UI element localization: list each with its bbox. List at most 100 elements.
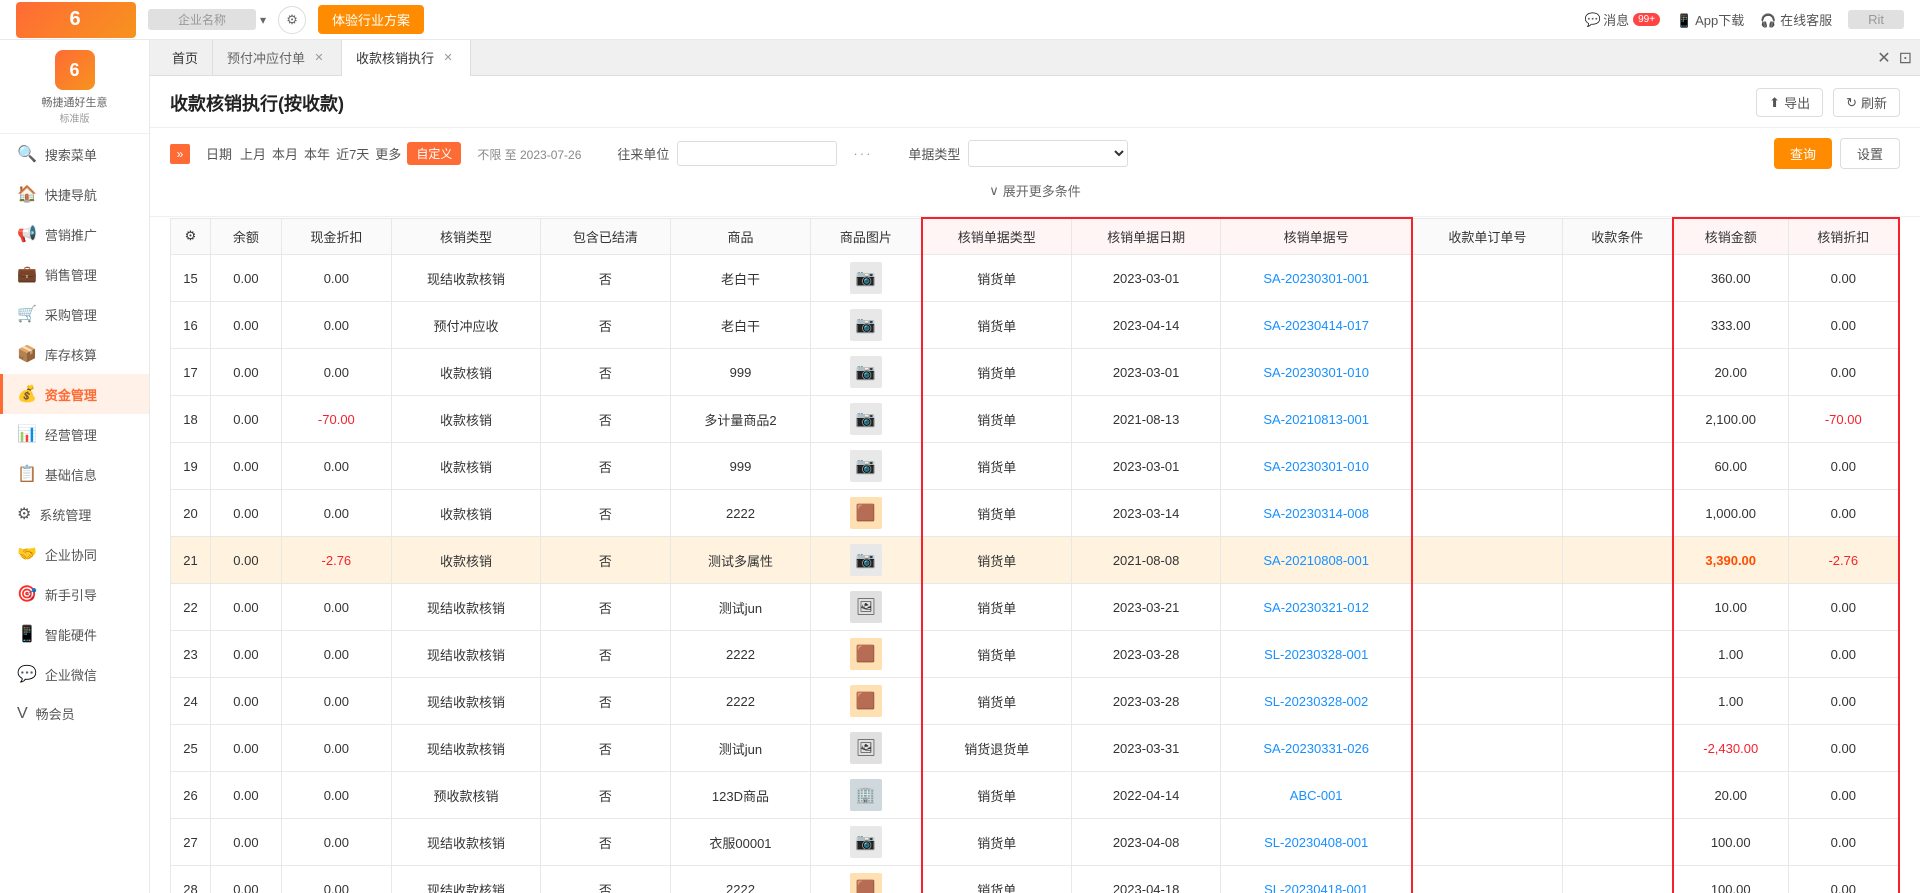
cell-balance: 0.00: [211, 819, 282, 866]
doc-no-link[interactable]: SA-20230321-012: [1263, 600, 1369, 615]
cell-doc-no[interactable]: SL-20230328-001: [1221, 631, 1412, 678]
cell-doc-no[interactable]: SA-20230301-001: [1221, 255, 1412, 302]
cell-balance: 0.00: [211, 255, 282, 302]
doc-no-link[interactable]: SA-20230301-010: [1263, 365, 1369, 380]
sidebar-item-sales[interactable]: 💼 销售管理: [0, 254, 149, 294]
th-settings[interactable]: ⚙: [171, 218, 211, 255]
sidebar-item-hardware[interactable]: 📱 智能硬件: [0, 614, 149, 654]
doc-no-link[interactable]: SL-20230328-002: [1264, 694, 1368, 709]
writeoff-tab-close[interactable]: ✕: [440, 50, 456, 66]
cell-row-num: 16: [171, 302, 211, 349]
last-7days-btn[interactable]: 近7天: [336, 144, 369, 163]
product-image: 🟫: [850, 638, 882, 670]
this-month-btn[interactable]: 本月: [272, 144, 298, 163]
cell-doc-no[interactable]: SL-20230408-001: [1221, 819, 1412, 866]
last-month-btn[interactable]: 上月: [240, 144, 266, 163]
sidebar-item-wechat[interactable]: 💬 企业微信: [0, 654, 149, 694]
cell-product-image: 📷: [811, 537, 922, 584]
export-button[interactable]: ⬆ 导出: [1756, 88, 1823, 117]
cell-doc-no[interactable]: SL-20230328-002: [1221, 678, 1412, 725]
cell-receipt-order-no: [1412, 490, 1562, 537]
cell-writeoff-discount: 0.00: [1788, 584, 1899, 631]
custom-date-btn[interactable]: 自定义: [407, 142, 461, 165]
tab-home[interactable]: 首页: [158, 40, 213, 76]
cell-doc-no[interactable]: SA-20230301-010: [1221, 349, 1412, 396]
doc-type-select[interactable]: [968, 140, 1128, 167]
sidebar-item-inventory[interactable]: 📦 库存核算: [0, 334, 149, 374]
app-download-link[interactable]: 📱 App下载: [1676, 10, 1744, 29]
refresh-icon: ↻: [1846, 95, 1857, 111]
doc-no-link[interactable]: SA-20230314-008: [1263, 506, 1369, 521]
sidebar-item-basic[interactable]: 📋 基础信息: [0, 454, 149, 494]
sidebar-item-system[interactable]: ⚙ 系统管理: [0, 494, 149, 534]
cell-writeoff-discount: 0.00: [1788, 772, 1899, 819]
cell-balance: 0.00: [211, 678, 282, 725]
maximize-icon[interactable]: ⊡: [1899, 48, 1912, 68]
cell-doc-no[interactable]: SA-20230331-026: [1221, 725, 1412, 772]
company-dropdown[interactable]: 企业名称 ▾: [148, 9, 266, 30]
from-unit-input[interactable]: [677, 141, 837, 166]
cell-receipt-condition: [1562, 725, 1673, 772]
cell-doc-no[interactable]: SA-20210808-001: [1221, 537, 1412, 584]
sidebar-item-finance[interactable]: 💰 资金管理: [0, 374, 149, 414]
cell-cash-discount: -2.76: [281, 537, 391, 584]
sidebar-item-member[interactable]: V 畅会员: [0, 694, 149, 733]
doc-no-link[interactable]: SL-20230418-001: [1264, 882, 1368, 893]
cell-receipt-order-no: [1412, 443, 1562, 490]
doc-no-link[interactable]: SL-20230328-001: [1264, 647, 1368, 662]
doc-no-link[interactable]: SA-20230331-026: [1263, 741, 1369, 756]
cell-product-image: 📷: [811, 443, 922, 490]
tab-writeoff[interactable]: 收款核销执行 ✕: [342, 40, 471, 76]
doc-no-link[interactable]: SA-20230301-010: [1263, 459, 1369, 474]
filter-collapse-button[interactable]: »: [170, 144, 190, 164]
doc-no-link[interactable]: SA-20210813-001: [1263, 412, 1369, 427]
page-inner: 收款核销执行(按收款) ⬆ 导出 ↻ 刷新: [150, 76, 1920, 893]
cell-doc-no[interactable]: ABC-001: [1221, 772, 1412, 819]
page-header: 收款核销执行(按收款) ⬆ 导出 ↻ 刷新: [150, 76, 1920, 128]
writeoff-tab-label: 收款核销执行: [356, 48, 434, 67]
cell-doc-no[interactable]: SA-20230321-012: [1221, 584, 1412, 631]
table-row: 22 0.00 0.00 现结收款核销 否 测试jun 🖼 销货单 2023-0…: [171, 584, 1900, 631]
cell-cash-discount: 0.00: [281, 725, 391, 772]
doc-no-link[interactable]: SA-20210808-001: [1263, 553, 1369, 568]
sidebar-item-operations[interactable]: 📊 经营管理: [0, 414, 149, 454]
cell-include-settled: 否: [541, 302, 671, 349]
sidebar-item-enterprise[interactable]: 🤝 企业协同: [0, 534, 149, 574]
expand-more-btn[interactable]: ∨ 展开更多条件: [989, 181, 1081, 200]
more-date-btn[interactable]: 更多: [375, 144, 401, 163]
cell-row-num: 21: [171, 537, 211, 584]
sidebar-item-search[interactable]: 🔍 搜索菜单: [0, 134, 149, 174]
settings-icon[interactable]: ⚙: [278, 6, 306, 34]
logo-icon: 6: [69, 8, 80, 31]
doc-no-link[interactable]: SL-20230408-001: [1264, 835, 1368, 850]
filter-settings-button[interactable]: 设置: [1840, 138, 1900, 169]
sidebar-item-purchase[interactable]: 🛒 采购管理: [0, 294, 149, 334]
close-window-icon[interactable]: ✕: [1877, 48, 1890, 68]
doc-no-link[interactable]: SA-20230414-017: [1263, 318, 1369, 333]
cell-doc-no[interactable]: SA-20210813-001: [1221, 396, 1412, 443]
doc-no-link[interactable]: SA-20230301-001: [1263, 271, 1369, 286]
industry-solution-button[interactable]: 体验行业方案: [318, 5, 424, 34]
tab-prepay[interactable]: 预付冲应付单 ✕: [213, 40, 342, 76]
sidebar-item-marketing[interactable]: 📢 营销推广: [0, 214, 149, 254]
cell-doc-no[interactable]: SL-20230418-001: [1221, 866, 1412, 893]
sidebar-item-shortcut[interactable]: 🏠 快捷导航: [0, 174, 149, 214]
refresh-button[interactable]: ↻ 刷新: [1833, 88, 1900, 117]
sidebar-item-guide[interactable]: 🎯 新手引导: [0, 574, 149, 614]
query-button[interactable]: 查询: [1774, 138, 1832, 169]
cell-cash-discount: 0.00: [281, 443, 391, 490]
cell-doc-no[interactable]: SA-20230314-008: [1221, 490, 1412, 537]
cell-receipt-order-no: [1412, 396, 1562, 443]
user-name[interactable]: Rit: [1848, 10, 1904, 29]
online-service-link[interactable]: 🎧 在线客服: [1760, 10, 1832, 29]
prepay-tab-close[interactable]: ✕: [311, 50, 327, 66]
column-settings-icon[interactable]: ⚙: [185, 228, 197, 243]
filter-bar: » 日期 上月 本月 本年 近7天 更多 自定义: [150, 128, 1920, 217]
doc-no-link[interactable]: ABC-001: [1290, 788, 1343, 803]
messages-link[interactable]: 💬 消息 99+: [1585, 10, 1660, 29]
this-year-btn[interactable]: 本年: [304, 144, 330, 163]
product-image: 📷: [850, 403, 882, 435]
cell-doc-no[interactable]: SA-20230414-017: [1221, 302, 1412, 349]
cell-doc-no[interactable]: SA-20230301-010: [1221, 443, 1412, 490]
cell-cash-discount: 0.00: [281, 302, 391, 349]
